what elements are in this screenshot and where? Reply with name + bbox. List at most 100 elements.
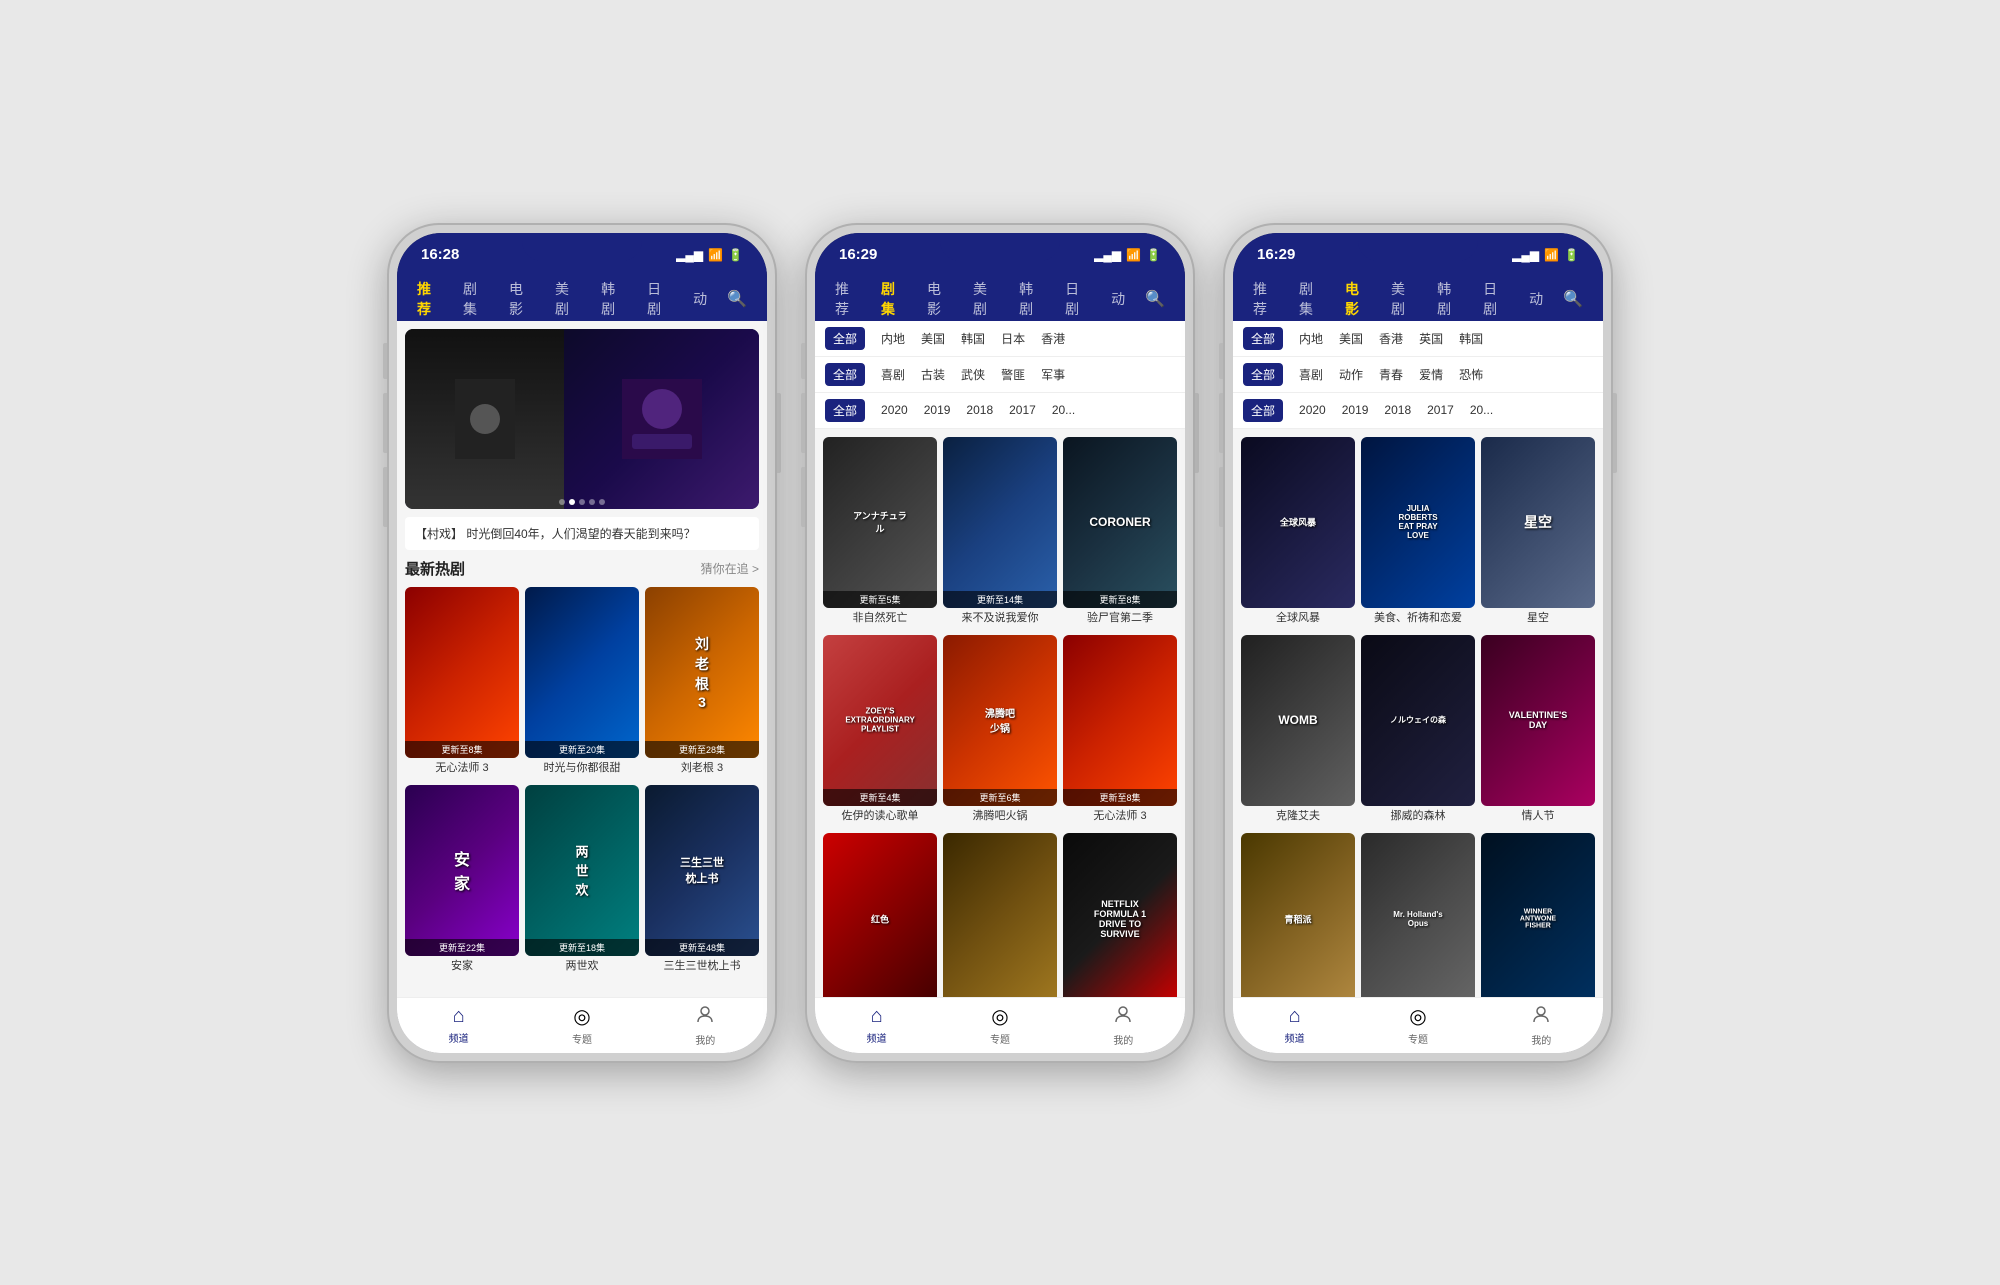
filter-uk-3[interactable]: 英国 <box>1419 330 1443 347</box>
nav-movie-3[interactable]: 电影 <box>1337 275 1379 323</box>
poster-sanshen[interactable]: 三生三世枕上书 更新至48集 <box>645 785 759 956</box>
nav-us-2[interactable]: 美剧 <box>965 275 1007 323</box>
filter-2018-2[interactable]: 2018 <box>966 403 993 417</box>
filter-comedy-3[interactable]: 喜剧 <box>1299 366 1323 383</box>
nav-recommend-1[interactable]: 推荐 <box>409 275 451 323</box>
tab-topic-1[interactable]: ◎ 专题 <box>572 1004 592 1046</box>
tab-channel-1[interactable]: ⌂ 频道 <box>449 1005 469 1045</box>
poster-wuxin3[interactable]: 更新至8集 <box>405 587 519 758</box>
tab-channel-2[interactable]: ⌂ 频道 <box>867 1005 887 1045</box>
nav-jp-1[interactable]: 日剧 <box>639 275 681 323</box>
filter-youth-3[interactable]: 青春 <box>1379 366 1403 383</box>
poster-unnatural[interactable]: アンナチュラル 更新至5集 <box>823 437 937 608</box>
nav-anime-1[interactable]: 动 <box>685 285 715 313</box>
filter-neidi-3[interactable]: 内地 <box>1299 330 1323 347</box>
nav-series-1[interactable]: 剧集 <box>455 275 497 323</box>
poster-f1[interactable]: NETFLIXFORMULA 1DRIVE TOSURVIVE <box>1063 833 1177 996</box>
filter-hk-3[interactable]: 香港 <box>1379 330 1403 347</box>
filter-btn-year-2[interactable]: 全部 <box>825 399 865 422</box>
filter-btn-genre-2[interactable]: 全部 <box>825 363 865 386</box>
filter-2018-3[interactable]: 2018 <box>1384 403 1411 417</box>
filter-btn-region-3[interactable]: 全部 <box>1243 327 1283 350</box>
nav-recommend-3[interactable]: 推荐 <box>1245 275 1287 323</box>
filter-hk-2[interactable]: 香港 <box>1041 330 1065 347</box>
poster-r3c2[interactable] <box>943 833 1057 996</box>
nav-us-3[interactable]: 美剧 <box>1383 275 1425 323</box>
filter-us-3[interactable]: 美国 <box>1339 330 1363 347</box>
nav-movie-1[interactable]: 电影 <box>501 275 543 323</box>
nav-movie-2[interactable]: 电影 <box>919 275 961 323</box>
poster-coroner[interactable]: CORONER 更新至8集 <box>1063 437 1177 608</box>
filter-military-2[interactable]: 军事 <box>1041 366 1065 383</box>
filter-us-2[interactable]: 美国 <box>921 330 945 347</box>
nav-us-1[interactable]: 美剧 <box>547 275 589 323</box>
poster-epl[interactable]: JULIAROBERTSEAT PRAYLOVE <box>1361 437 1475 608</box>
poster-r3c3-3[interactable]: WINNERANTWONEFISHER <box>1481 833 1595 996</box>
nav-anime-3[interactable]: 动 <box>1521 285 1551 313</box>
search-icon-2[interactable]: 🔍 <box>1137 285 1173 313</box>
poster-anjia[interactable]: 安家 更新至22集 <box>405 785 519 956</box>
tab-channel-3[interactable]: ⌂ 频道 <box>1285 1005 1305 1045</box>
hero-banner-1[interactable] <box>405 329 759 509</box>
filter-romance-3[interactable]: 爱情 <box>1419 366 1443 383</box>
filter-kr-3[interactable]: 韩国 <box>1459 330 1483 347</box>
filter-2020-2[interactable]: 2020 <box>881 403 908 417</box>
search-icon-1[interactable]: 🔍 <box>719 285 755 313</box>
poster-womb[interactable]: WOMB <box>1241 635 1355 806</box>
tab-topic-3[interactable]: ◎ 专题 <box>1408 1004 1428 1046</box>
search-icon-3[interactable]: 🔍 <box>1555 285 1591 313</box>
scroll-3[interactable]: 全球风暴 全球风暴 JULIAROBERTSEAT PRAYLOVE 美食、祈祷… <box>1233 429 1603 997</box>
scroll-1[interactable]: 【村戏】 时光倒回40年，人们渴望的春天能到来吗？ 最新热剧 猜你在追 > 更新… <box>397 321 767 997</box>
poster-norw[interactable]: ノルウェイの森 <box>1361 635 1475 806</box>
poster-starry[interactable]: 星空 <box>1481 437 1595 608</box>
filter-2019-3[interactable]: 2019 <box>1342 403 1369 417</box>
poster-zoey[interactable]: ZOEY'S EXTRAORDINARY PLAYLIST 更新至4集 <box>823 635 937 806</box>
nav-jp-3[interactable]: 日剧 <box>1475 275 1517 323</box>
tab-mine-1[interactable]: 我的 <box>695 1004 715 1047</box>
filter-2017-2[interactable]: 2017 <box>1009 403 1036 417</box>
nav-series-2[interactable]: 剧集 <box>873 275 915 323</box>
poster-r3c1-3[interactable]: 青稻派 <box>1241 833 1355 996</box>
filter-neidi-2[interactable]: 内地 <box>881 330 905 347</box>
filter-horror-3[interactable]: 恐怖 <box>1459 366 1483 383</box>
filter-btn-year-3[interactable]: 全部 <box>1243 399 1283 422</box>
nav-series-3[interactable]: 剧集 <box>1291 275 1333 323</box>
filter-2017-3[interactable]: 2017 <box>1427 403 1454 417</box>
phone-2-screen: 16:29 ▂▄▆ 📶 🔋 推荐 剧集 电影 美剧 韩剧 日剧 动 🔍 <box>815 233 1185 1053</box>
filter-wuxia-2[interactable]: 武侠 <box>961 366 985 383</box>
poster-liulaogen[interactable]: 刘老根3 更新至28集 <box>645 587 759 758</box>
filter-btn-genre-3[interactable]: 全部 <box>1243 363 1283 386</box>
filter-crime-2[interactable]: 警匪 <box>1001 366 1025 383</box>
filter-comedy-2[interactable]: 喜剧 <box>881 366 905 383</box>
scroll-2[interactable]: アンナチュラル 更新至5集 非自然死亡 更新至14集 来不及说我爱你 <box>815 429 1185 997</box>
poster-wuxin-2[interactable]: 更新至8集 <box>1063 635 1177 806</box>
filter-jp-2[interactable]: 日本 <box>1001 330 1025 347</box>
nav-recommend-2[interactable]: 推荐 <box>827 275 869 323</box>
poster-liangshihuan[interactable]: 两世欢 更新至18集 <box>525 785 639 956</box>
filter-more-yr-3[interactable]: 20... <box>1470 403 1493 417</box>
filter-period-2[interactable]: 古装 <box>921 366 945 383</box>
tab-mine-3[interactable]: 我的 <box>1531 1004 1551 1047</box>
filter-more-yr-2[interactable]: 20... <box>1052 403 1075 417</box>
filter-2020-3[interactable]: 2020 <box>1299 403 1326 417</box>
nav-anime-2[interactable]: 动 <box>1103 285 1133 313</box>
nav-jp-2[interactable]: 日剧 <box>1057 275 1099 323</box>
filter-btn-region-2[interactable]: 全部 <box>825 327 865 350</box>
filter-action-3[interactable]: 动作 <box>1339 366 1363 383</box>
poster-storm[interactable]: 全球风暴 <box>1241 437 1355 608</box>
phone-3-screen: 16:29 ▂▄▆ 📶 🔋 推荐 剧集 电影 美剧 韩剧 日剧 动 🔍 <box>1233 233 1603 1053</box>
nav-kr-3[interactable]: 韩剧 <box>1429 275 1471 323</box>
tab-topic-2[interactable]: ◎ 专题 <box>990 1004 1010 1046</box>
nav-kr-1[interactable]: 韩剧 <box>593 275 635 323</box>
tab-mine-2[interactable]: 我的 <box>1113 1004 1133 1047</box>
nav-kr-2[interactable]: 韩剧 <box>1011 275 1053 323</box>
poster-vday[interactable]: VALENTINE'S DAY <box>1481 635 1595 806</box>
section-more-1[interactable]: 猜你在追 > <box>701 560 759 577</box>
poster-laibuji[interactable]: 更新至14集 <box>943 437 1057 608</box>
poster-shiguang[interactable]: 更新至20集 <box>525 587 639 758</box>
filter-2019-2[interactable]: 2019 <box>924 403 951 417</box>
poster-r3c1[interactable]: 红色 <box>823 833 937 996</box>
poster-hotpot[interactable]: 沸腾吧少锅 更新至6集 <box>943 635 1057 806</box>
filter-kr-2[interactable]: 韩国 <box>961 330 985 347</box>
poster-r3c2-3[interactable]: Mr. Holland's Opus <box>1361 833 1475 996</box>
